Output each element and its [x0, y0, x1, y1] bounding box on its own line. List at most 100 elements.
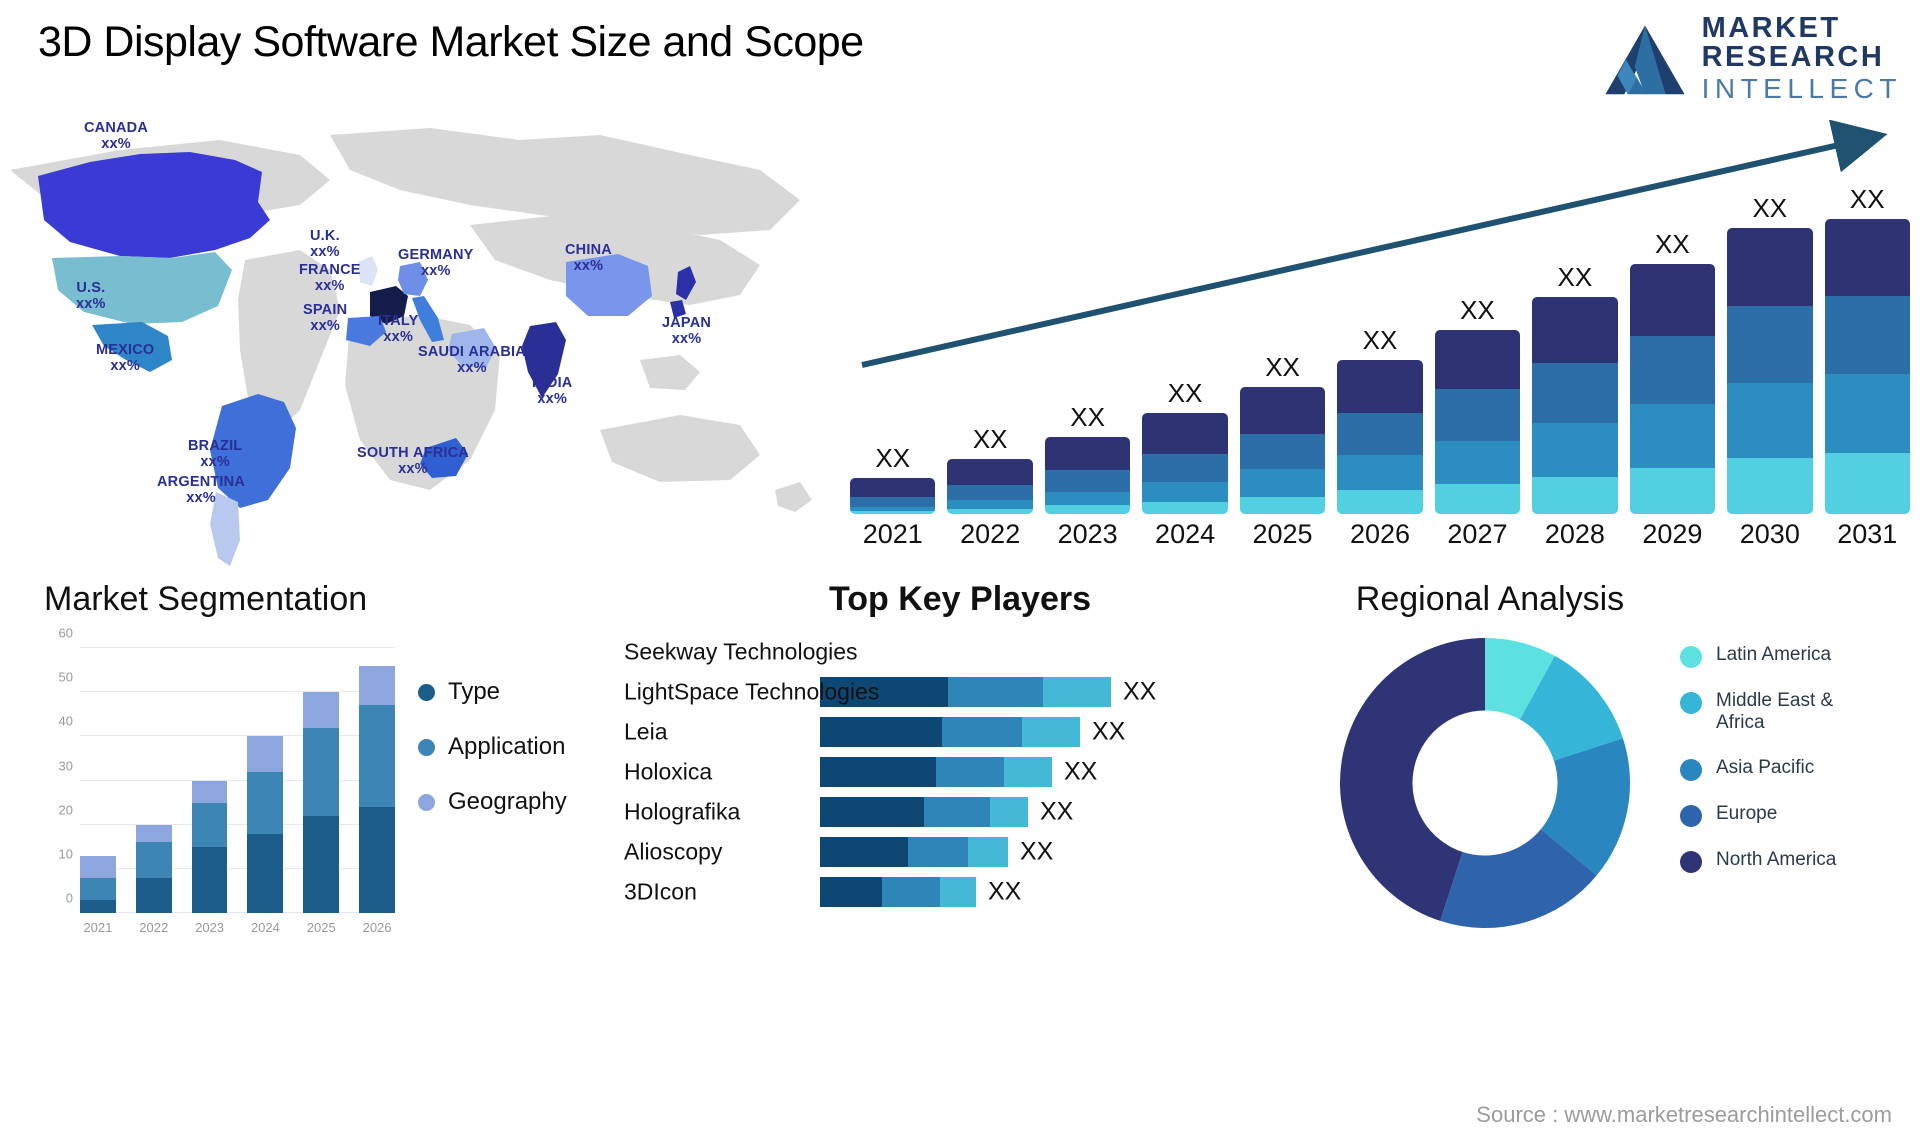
- map-label-value: xx%: [398, 461, 428, 478]
- legend-color-dot: [1680, 804, 1702, 827]
- segmentation-x-label: 2023: [195, 920, 225, 935]
- legend-label: Asia Pacific: [1716, 756, 1815, 778]
- growth-year-label: 2023: [1057, 519, 1118, 549]
- segmentation-legend-item[interactable]: Application: [418, 733, 567, 761]
- segmentation-x-label: 2025: [306, 920, 336, 935]
- regional-legend-item[interactable]: Latin America: [1680, 644, 1881, 668]
- segmentation-legend-item[interactable]: Type: [418, 678, 567, 706]
- map-label-value: xx%: [310, 318, 340, 335]
- segmentation-stacked-bar: [135, 824, 172, 913]
- segmentation-bar-segment: [303, 692, 340, 728]
- player-name: LightSpace Technologies: [624, 678, 880, 705]
- map-label-u-s-: U.S. xx%: [76, 280, 106, 312]
- player-name: Alioscopy: [624, 838, 723, 865]
- growth-stacked-bar: [850, 477, 936, 514]
- regional-legend-item[interactable]: Europe: [1680, 803, 1881, 827]
- player-row: Leia XX: [620, 712, 1300, 752]
- growth-bar-segment: [1629, 404, 1716, 468]
- map-label-value: xx%: [310, 244, 340, 261]
- growth-bar-group: XX: [1239, 184, 1326, 514]
- segmentation-bar-group: [359, 648, 395, 913]
- player-bar-segment: [1004, 757, 1052, 787]
- map-label-name: JAPAN: [662, 315, 712, 331]
- growth-bar-segment: [850, 477, 936, 497]
- growth-bar-value-label: XX: [1362, 324, 1398, 355]
- regional-legend-item[interactable]: Asia Pacific: [1680, 757, 1881, 781]
- segmentation-bar-segment: [191, 846, 228, 913]
- segmentation-x-label: 2026: [362, 920, 392, 935]
- player-value-label: XX: [1064, 757, 1098, 786]
- player-row: LightSpace Technologies XX: [620, 672, 1300, 712]
- segmentation-legend-item[interactable]: Geography: [418, 788, 567, 816]
- growth-bar-segment: [1727, 227, 1813, 307]
- market-growth-chart: XX XX XX XX XX XX XX XX XX XX XX 2021 2022 2023 2024 2…: [838, 120, 1916, 550]
- segmentation-bar-segment: [80, 877, 116, 900]
- growth-bar-segment: [1044, 436, 1131, 471]
- growth-bar-segment: [947, 500, 1033, 509]
- player-bar-segment: [948, 677, 1043, 707]
- map-label-name: SPAIN: [303, 302, 348, 318]
- map-label-name: MEXICO: [96, 342, 155, 358]
- player-value-label: XX: [1092, 717, 1126, 746]
- segmentation-bar-segment: [80, 899, 116, 913]
- logo-line-research: RESEARCH: [1701, 41, 1885, 73]
- map-label-canada: CANADA xx%: [84, 120, 148, 152]
- growth-year-label: 2022: [960, 519, 1021, 549]
- segmentation-stacked-bar: [359, 665, 395, 913]
- segmentation-plot: 0 10 20 30 40 50 60: [59, 626, 395, 913]
- growth-bar-group: XX: [1337, 184, 1423, 514]
- segmentation-bar-group: [247, 648, 284, 913]
- player-bar-segment: [942, 717, 1022, 747]
- growth-bar-segment: [1727, 306, 1813, 384]
- player-bar-segment: [936, 757, 1004, 787]
- growth-bar-group: XX: [1044, 184, 1131, 514]
- growth-bar-segment: [1727, 457, 1813, 514]
- map-label-name: FRANCE: [299, 262, 361, 278]
- growth-bar-segment: [1239, 434, 1326, 470]
- growth-bar-group: XX: [1532, 184, 1618, 514]
- growth-stacked-bar: [1142, 413, 1228, 514]
- map-label-value: xx%: [420, 263, 451, 280]
- growth-bar-segment: [1727, 383, 1813, 458]
- map-label-saudi-arabia: SAUDI ARABIA xx%: [418, 344, 526, 376]
- player-value-label: XX: [988, 877, 1022, 906]
- segmentation-y-tick: 10: [58, 846, 73, 862]
- growth-year-label: 2029: [1642, 519, 1703, 549]
- segmentation-bar-segment: [80, 855, 116, 878]
- world-map-panel: CANADA xx% U.S. xx% MEXICO xx% BRAZIL xx% ARGENT…: [0, 110, 820, 580]
- map-label-china: CHINA xx%: [565, 242, 612, 274]
- growth-bar-segment: [1044, 470, 1131, 492]
- growth-bar-segment: [1044, 491, 1131, 506]
- growth-bar-segment: [1824, 219, 1910, 296]
- growth-bar-segment: [1532, 423, 1618, 477]
- player-bar-segment: [820, 877, 882, 907]
- growth-bar-value-label: XX: [875, 442, 911, 473]
- segmentation-bar-segment: [135, 877, 172, 913]
- growth-bar-group: XX: [850, 184, 936, 514]
- regional-donut-svg: [1340, 638, 1630, 928]
- player-bar-segment: [882, 877, 940, 907]
- map-label-value: xx%: [186, 490, 216, 507]
- growth-year-label: 2030: [1739, 519, 1800, 549]
- segmentation-x-label: 2021: [83, 920, 113, 935]
- growth-bar-value-label: XX: [1557, 262, 1593, 293]
- regional-legend-item[interactable]: North America: [1680, 849, 1881, 873]
- legend-color-dot: [1680, 758, 1702, 781]
- growth-bar-segment: [1629, 335, 1716, 405]
- growth-stacked-bar: [1434, 329, 1521, 514]
- legend-label: Application: [448, 733, 566, 760]
- player-value-label: XX: [1123, 677, 1157, 706]
- growth-year-label: 2024: [1155, 519, 1216, 549]
- segmentation-stacked-bar: [80, 855, 116, 913]
- map-label-name: BRAZIL: [188, 438, 243, 454]
- regional-donut-chart: [1340, 638, 1630, 933]
- map-label-value: xx%: [110, 358, 141, 375]
- growth-year-axis: 2021 2022 2023 2024 2025 2026 2027 2028 2029 2030…: [850, 519, 1910, 550]
- growth-stacked-bar: [1239, 386, 1326, 514]
- map-label-south-africa: SOUTH AFRICA xx%: [357, 445, 469, 477]
- segmentation-legend: Type Application Geography: [418, 678, 567, 843]
- segmentation-bar-segment: [135, 842, 172, 878]
- legend-color-dot: [1680, 646, 1702, 668]
- segmentation-bar-group: [303, 648, 340, 913]
- regional-legend-item[interactable]: Middle East & Africa: [1680, 690, 1881, 735]
